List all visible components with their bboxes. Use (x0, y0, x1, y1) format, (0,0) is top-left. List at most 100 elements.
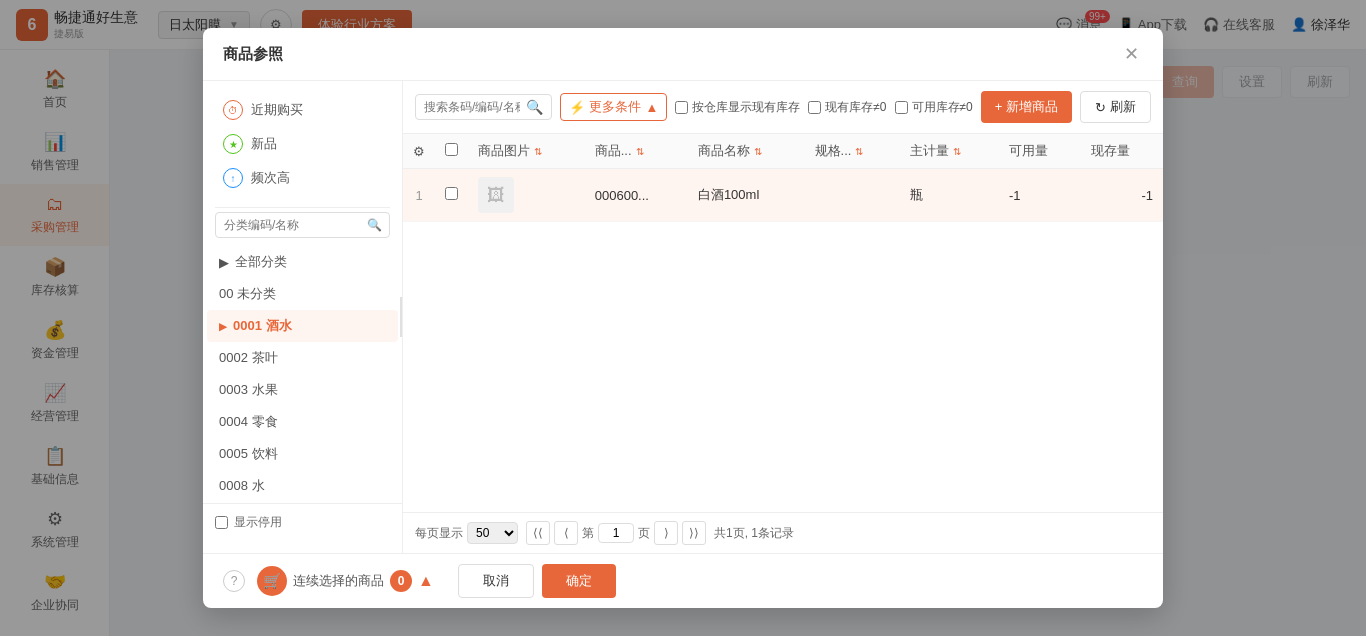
refresh-icon: ↻ (1095, 100, 1106, 115)
th-name: 商品名称 ⇅ (688, 134, 805, 169)
chevron-up-btn[interactable]: ▲ (418, 572, 434, 590)
modal-left-panel: ⏱ 近期购买 ★ 新品 ↑ 频次高 🔍 (203, 81, 403, 553)
new-icon: ★ (223, 134, 243, 154)
cat-6[interactable]: 0008 水 (207, 470, 398, 502)
th-spec: 规格... ⇅ (805, 134, 901, 169)
product-reference-modal: 商品参照 ✕ ⏱ 近期购买 ★ 新品 ↑ 频次高 (203, 28, 1163, 608)
row-checkbox[interactable] (445, 187, 458, 200)
cell-image: 🖼 (468, 169, 585, 222)
sort-icon-3: ⇅ (754, 146, 762, 157)
th-image-label: 商品图片 (478, 142, 530, 160)
cat-1[interactable]: ▶ 0001 酒水 (207, 310, 398, 342)
th-code-label: 商品... (595, 142, 632, 160)
th-code: 商品... ⇅ (585, 134, 688, 169)
th-current: 现存量 (1081, 134, 1163, 169)
product-table-wrap: ⚙ 商品图片 ⇅ (403, 134, 1163, 512)
cart-label: 连续选择的商品 (293, 572, 384, 590)
available-stock-checkbox[interactable] (808, 101, 821, 114)
modal-close-button[interactable]: ✕ (1119, 42, 1143, 66)
usable-stock-checkbox[interactable] (895, 101, 908, 114)
modal-body: ⏱ 近期购买 ★ 新品 ↑ 频次高 🔍 (203, 81, 1163, 553)
cat-1-arrow: ▶ (219, 321, 227, 332)
quick-nav-frequent-label: 频次高 (251, 169, 290, 187)
modal-overlay: 商品参照 ✕ ⏱ 近期购买 ★ 新品 ↑ 频次高 (0, 0, 1366, 636)
filter-label: 更多条件 (589, 98, 641, 116)
confirm-button[interactable]: 确定 (542, 564, 616, 598)
select-all-checkbox[interactable] (445, 143, 458, 156)
category-search: 🔍 (203, 212, 402, 238)
th-unit-label: 主计量 (910, 142, 949, 160)
cat-all[interactable]: ▶ 全部分类 (207, 246, 398, 278)
quick-nav-recent[interactable]: ⏱ 近期购买 (215, 93, 390, 127)
cancel-button[interactable]: 取消 (458, 564, 534, 598)
prev-page-btn[interactable]: ⟨ (554, 521, 578, 545)
category-search-input[interactable] (215, 212, 390, 238)
quick-nav: ⏱ 近期购买 ★ 新品 ↑ 频次高 (203, 93, 402, 195)
cat-3[interactable]: 0003 水果 (207, 374, 398, 406)
quick-nav-frequent[interactable]: ↑ 频次高 (215, 161, 390, 195)
th-name-label: 商品名称 (698, 142, 750, 160)
cat-4-label: 0004 零食 (219, 413, 278, 431)
product-table: ⚙ 商品图片 ⇅ (403, 134, 1163, 222)
checkbox-filter-1[interactable]: 按仓库显示现有库存 (675, 99, 800, 116)
quick-nav-recent-label: 近期购买 (251, 101, 303, 119)
first-page-btn[interactable]: ⟨⟨ (526, 521, 550, 545)
cell-available: -1 (999, 169, 1081, 222)
page-label: 第 (582, 525, 594, 542)
show-disabled-checkbox[interactable] (215, 516, 228, 529)
checkbox-filter-3[interactable]: 可用库存≠0 (895, 99, 973, 116)
frequent-icon: ↑ (223, 168, 243, 188)
last-page-btn[interactable]: ⟩⟩ (682, 521, 706, 545)
refresh-button[interactable]: ↻ 刷新 (1080, 91, 1151, 123)
th-unit-sort[interactable]: 主计量 ⇅ (910, 142, 989, 160)
th-name-sort[interactable]: 商品名称 ⇅ (698, 142, 795, 160)
sort-icon-4: ⇅ (855, 146, 863, 157)
more-filter-btn[interactable]: ⚡ 更多条件 ▲ (560, 93, 667, 121)
th-code-sort[interactable]: 商品... ⇅ (595, 142, 678, 160)
help-icon[interactable]: ? (223, 570, 245, 592)
cat-5[interactable]: 0005 饮料 (207, 438, 398, 470)
cat-2[interactable]: 0002 茶叶 (207, 342, 398, 374)
checkbox3-label: 可用库存≠0 (912, 99, 973, 116)
modal-pagination: 每页显示 50 100 200 ⟨⟨ ⟨ 第 页 ⟩ (403, 512, 1163, 553)
cat-4[interactable]: 0004 零食 (207, 406, 398, 438)
per-page-dropdown[interactable]: 50 100 200 (467, 522, 518, 544)
sort-icon: ⇅ (534, 146, 542, 157)
cart-icon: 🛒 (257, 566, 287, 596)
page-input[interactable] (598, 523, 634, 543)
cell-current: -1 (1081, 169, 1163, 222)
cart-count-area: 🛒 连续选择的商品 0 ▲ (257, 566, 434, 596)
product-search-input[interactable] (424, 100, 520, 114)
quick-nav-new[interactable]: ★ 新品 (215, 127, 390, 161)
cat-2-label: 0002 茶叶 (219, 349, 278, 367)
modal-toolbar: 🔍 ⚡ 更多条件 ▲ 按仓库显示现有库存 现有库存≠0 (403, 81, 1163, 134)
search-icon: 🔍 (526, 99, 543, 115)
cat-0[interactable]: 00 未分类 (207, 278, 398, 310)
cat-3-label: 0003 水果 (219, 381, 278, 399)
warehouse-stock-checkbox[interactable] (675, 101, 688, 114)
per-page-label: 每页显示 (415, 525, 463, 542)
cat-all-label: 全部分类 (235, 253, 287, 271)
cell-code: 000600... (585, 169, 688, 222)
th-image-sort[interactable]: 商品图片 ⇅ (478, 142, 575, 160)
th-available-label: 可用量 (1009, 143, 1048, 158)
category-search-icon: 🔍 (367, 218, 382, 232)
th-spec-sort[interactable]: 规格... ⇅ (815, 142, 891, 160)
checkbox-filter-2[interactable]: 现有库存≠0 (808, 99, 886, 116)
page-unit: 页 (638, 525, 650, 542)
settings-icon[interactable]: ⚙ (413, 144, 425, 159)
next-page-btn[interactable]: ⟩ (654, 521, 678, 545)
modal-footer: ? 🛒 连续选择的商品 0 ▲ 取消 确定 (203, 553, 1163, 608)
page-summary: 共1页, 1条记录 (714, 525, 794, 542)
table-header: ⚙ 商品图片 ⇅ (403, 134, 1163, 169)
checkbox1-label: 按仓库显示现有库存 (692, 99, 800, 116)
add-product-button[interactable]: + 新增商品 (981, 91, 1072, 123)
modal-right-panel: 🔍 ⚡ 更多条件 ▲ 按仓库显示现有库存 现有库存≠0 (403, 81, 1163, 553)
th-image: 商品图片 ⇅ (468, 134, 585, 169)
cat-all-arrow: ▶ (219, 255, 229, 270)
table-row[interactable]: 1 🖼 000600... (403, 169, 1163, 222)
checkbox2-label: 现有库存≠0 (825, 99, 886, 116)
cell-unit: 瓶 (900, 169, 999, 222)
category-list: ▶ 全部分类 00 未分类 ▶ 0001 酒水 0002 茶叶 0003 水果 (203, 246, 402, 503)
th-spec-label: 规格... (815, 142, 852, 160)
